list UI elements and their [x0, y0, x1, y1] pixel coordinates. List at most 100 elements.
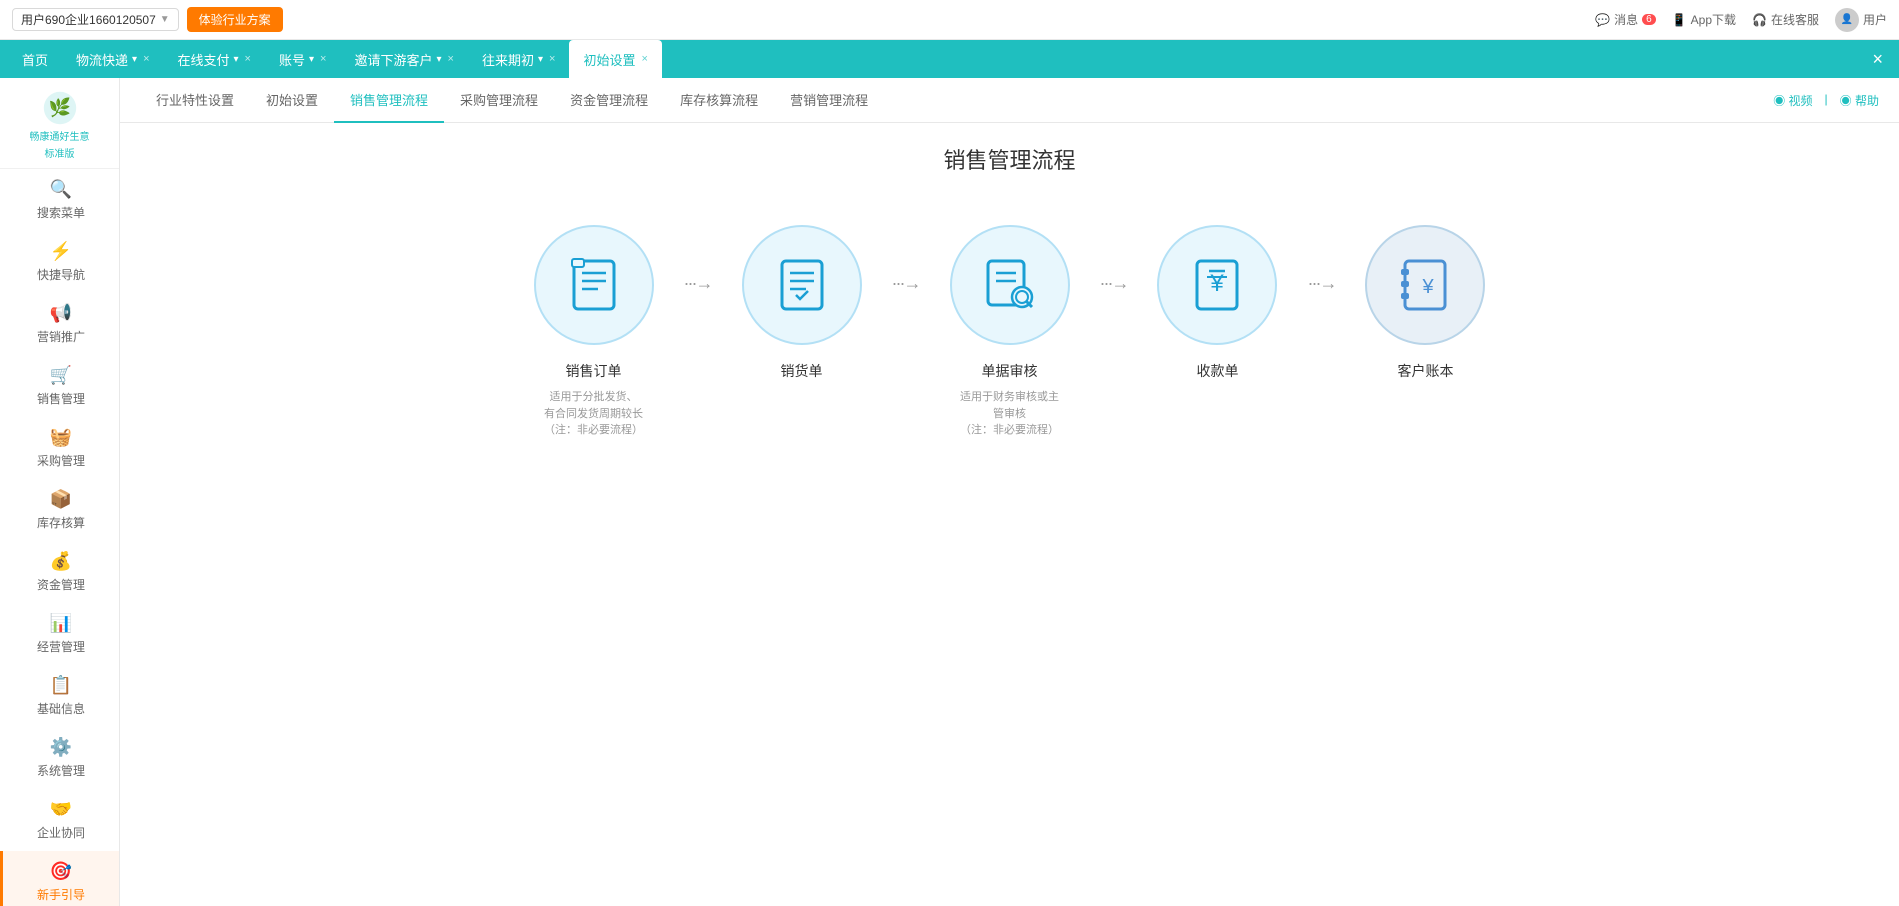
page-content: 销售管理流程 销售订单 适用于分批发货、有合同: [120, 123, 1899, 906]
tab-logistics[interactable]: 物流快递 ▾×: [62, 40, 163, 78]
svg-text:🌿: 🌿: [48, 96, 70, 117]
sidebar-item-label: 系统管理: [37, 762, 85, 779]
content-area: 行业特性设置 初始设置 销售管理流程 采购管理流程 资金管理流程 库存核算流程 …: [120, 78, 1899, 906]
flow-step-receipt: ¥ 收款单: [1127, 225, 1307, 389]
flow-circle-sales-slip[interactable]: [742, 225, 862, 345]
sidebar-item-purchase[interactable]: 🧺 采购管理: [0, 417, 119, 479]
user-avatar-area[interactable]: 👤 用户: [1835, 8, 1887, 32]
sidebar-item-label: 新手引导: [37, 886, 85, 903]
message-icon: 💬: [1595, 13, 1610, 27]
logo-subtitle: 标准版: [45, 145, 75, 160]
sidebar-item-guide[interactable]: 🎯 新手引导: [0, 851, 119, 906]
app-download-button[interactable]: 📱 App下载: [1672, 11, 1736, 28]
sidebar-item-search[interactable]: 🔍 搜索菜单: [0, 169, 119, 231]
message-label: 消息: [1614, 11, 1638, 28]
account-book-icon: ¥: [1393, 253, 1457, 317]
help-separator: |: [1825, 92, 1828, 109]
sidebar-item-system[interactable]: ⚙️ 系统管理: [0, 727, 119, 789]
sidebar-item-label: 企业协同: [37, 824, 85, 841]
flow-step-account-book: ¥ 客户账本: [1335, 225, 1515, 389]
flow-circle-receipt[interactable]: ¥: [1157, 225, 1277, 345]
flow-step-sales-slip: 销货单: [712, 225, 892, 389]
message-button[interactable]: 💬 消息 6: [1595, 11, 1656, 28]
enterprise-icon: 🤝: [50, 799, 72, 820]
step2-title: 销货单: [781, 361, 823, 381]
purchase-icon: 🧺: [50, 427, 72, 448]
flow-arrow-2: ···→: [892, 273, 920, 294]
sidebar-item-enterprise[interactable]: 🤝 企业协同: [0, 789, 119, 851]
app-icon: 📱: [1672, 13, 1687, 27]
avatar: 👤: [1835, 8, 1859, 32]
flow-arrow-3: ···→: [1100, 273, 1128, 294]
sidebar-item-sales[interactable]: 🛒 销售管理: [0, 355, 119, 417]
subtab-finance-flow[interactable]: 资金管理流程: [554, 78, 664, 123]
step5-title: 客户账本: [1397, 361, 1453, 381]
sidebar-item-label: 经营管理: [37, 638, 85, 655]
logo-title: 畅康通好生意: [30, 128, 90, 143]
sidebar-item-label: 销售管理: [37, 390, 85, 407]
finance-icon: 💰: [50, 551, 72, 572]
flow-arrow-1: ···→: [684, 273, 712, 294]
subtab-marketing-flow[interactable]: 营销管理流程: [774, 78, 884, 123]
tab-invite[interactable]: 邀请下游客户 ▾×: [340, 40, 467, 78]
user-label: 用户690企业1660120507: [21, 11, 156, 28]
sidebar: 🌿 畅康通好生意 标准版 🔍 搜索菜单 ⚡ 快捷导航 📢 营销推广 🛒 销售管理…: [0, 78, 120, 906]
trial-button[interactable]: 体验行业方案: [187, 7, 283, 32]
app-label: App下载: [1691, 11, 1736, 28]
step4-title: 收款单: [1196, 361, 1238, 381]
service-label: 在线客服: [1771, 11, 1819, 28]
sidebar-item-label: 基础信息: [37, 700, 85, 717]
sidebar-item-label: 搜索菜单: [37, 204, 85, 221]
subtab-inventory-flow[interactable]: 库存核算流程: [664, 78, 774, 123]
service-button[interactable]: 🎧 在线客服: [1752, 11, 1819, 28]
flow-circle-sales-order[interactable]: [534, 225, 654, 345]
step1-title: 销售订单: [566, 361, 622, 381]
user-select[interactable]: 用户690企业1660120507 ▼: [12, 8, 179, 31]
subtab-initial[interactable]: 初始设置: [250, 78, 334, 123]
sales-slip-icon: [770, 253, 834, 317]
sidebar-item-marketing[interactable]: 📢 营销推广: [0, 293, 119, 355]
tab-initial-setup[interactable]: 初始设置 ×: [569, 40, 661, 78]
top-bar: 用户690企业1660120507 ▼ 体验行业方案 💬 消息 6 📱 App下…: [0, 0, 1899, 40]
sidebar-item-operations[interactable]: 📊 经营管理: [0, 603, 119, 665]
flow-step-sales-order: 销售订单 适用于分批发货、有合同发货周期较长（注：非必要流程）: [504, 225, 684, 439]
sidebar-item-label: 资金管理: [37, 576, 85, 593]
user-name: 用户: [1863, 11, 1887, 28]
sub-tabs: 行业特性设置 初始设置 销售管理流程 采购管理流程 资金管理流程 库存核算流程 …: [120, 78, 1899, 123]
help-link[interactable]: ◉ 帮助: [1840, 92, 1879, 109]
page-title: 销售管理流程: [160, 143, 1859, 175]
video-link[interactable]: ◉ 视频: [1773, 92, 1812, 109]
sidebar-item-label: 采购管理: [37, 452, 85, 469]
tab-home[interactable]: 首页: [8, 40, 62, 78]
flow-step-review: 单据审核 适用于财务审核或主管审核（注：非必要流程）: [920, 225, 1100, 439]
subtab-purchase-flow[interactable]: 采购管理流程: [444, 78, 554, 123]
sidebar-logo: 🌿 畅康通好生意 标准版: [0, 78, 119, 169]
sidebar-item-label: 营销推广: [37, 328, 85, 345]
flow-circle-account-book[interactable]: ¥: [1365, 225, 1485, 345]
tab-account[interactable]: 账号 ▾×: [265, 40, 340, 78]
sidebar-item-inventory[interactable]: 📦 库存核算: [0, 479, 119, 541]
sidebar-item-finance[interactable]: 💰 资金管理: [0, 541, 119, 603]
step1-desc: 适用于分批发货、有合同发货周期较长（注：非必要流程）: [544, 389, 643, 439]
svg-text:¥: ¥: [1422, 276, 1435, 298]
sidebar-item-quick-nav[interactable]: ⚡ 快捷导航: [0, 231, 119, 293]
tab-payment[interactable]: 在线支付 ▾×: [164, 40, 265, 78]
nav-close-button[interactable]: ×: [1864, 49, 1891, 70]
user-dropdown-arrow: ▼: [160, 14, 170, 25]
inventory-icon: 📦: [50, 489, 72, 510]
tab-period[interactable]: 往来期初 ▾×: [468, 40, 569, 78]
subtab-industry[interactable]: 行业特性设置: [140, 78, 250, 123]
step3-desc: 适用于财务审核或主管审核（注：非必要流程）: [960, 389, 1059, 439]
sidebar-item-basic-info[interactable]: 📋 基础信息: [0, 665, 119, 727]
quick-nav-icon: ⚡: [50, 241, 72, 262]
subtab-sales-flow[interactable]: 销售管理流程: [334, 78, 444, 123]
svg-text:¥: ¥: [1210, 270, 1225, 297]
system-icon: ⚙️: [50, 737, 72, 758]
search-icon: 🔍: [50, 179, 72, 200]
main-layout: 🌿 畅康通好生意 标准版 🔍 搜索菜单 ⚡ 快捷导航 📢 营销推广 🛒 销售管理…: [0, 78, 1899, 906]
flow-arrow-4: ···→: [1307, 273, 1335, 294]
basic-info-icon: 📋: [50, 675, 72, 696]
flow-diagram: 销售订单 适用于分批发货、有合同发货周期较长（注：非必要流程） ···→: [160, 225, 1859, 439]
message-badge: 6: [1642, 14, 1656, 25]
flow-circle-review[interactable]: [950, 225, 1070, 345]
